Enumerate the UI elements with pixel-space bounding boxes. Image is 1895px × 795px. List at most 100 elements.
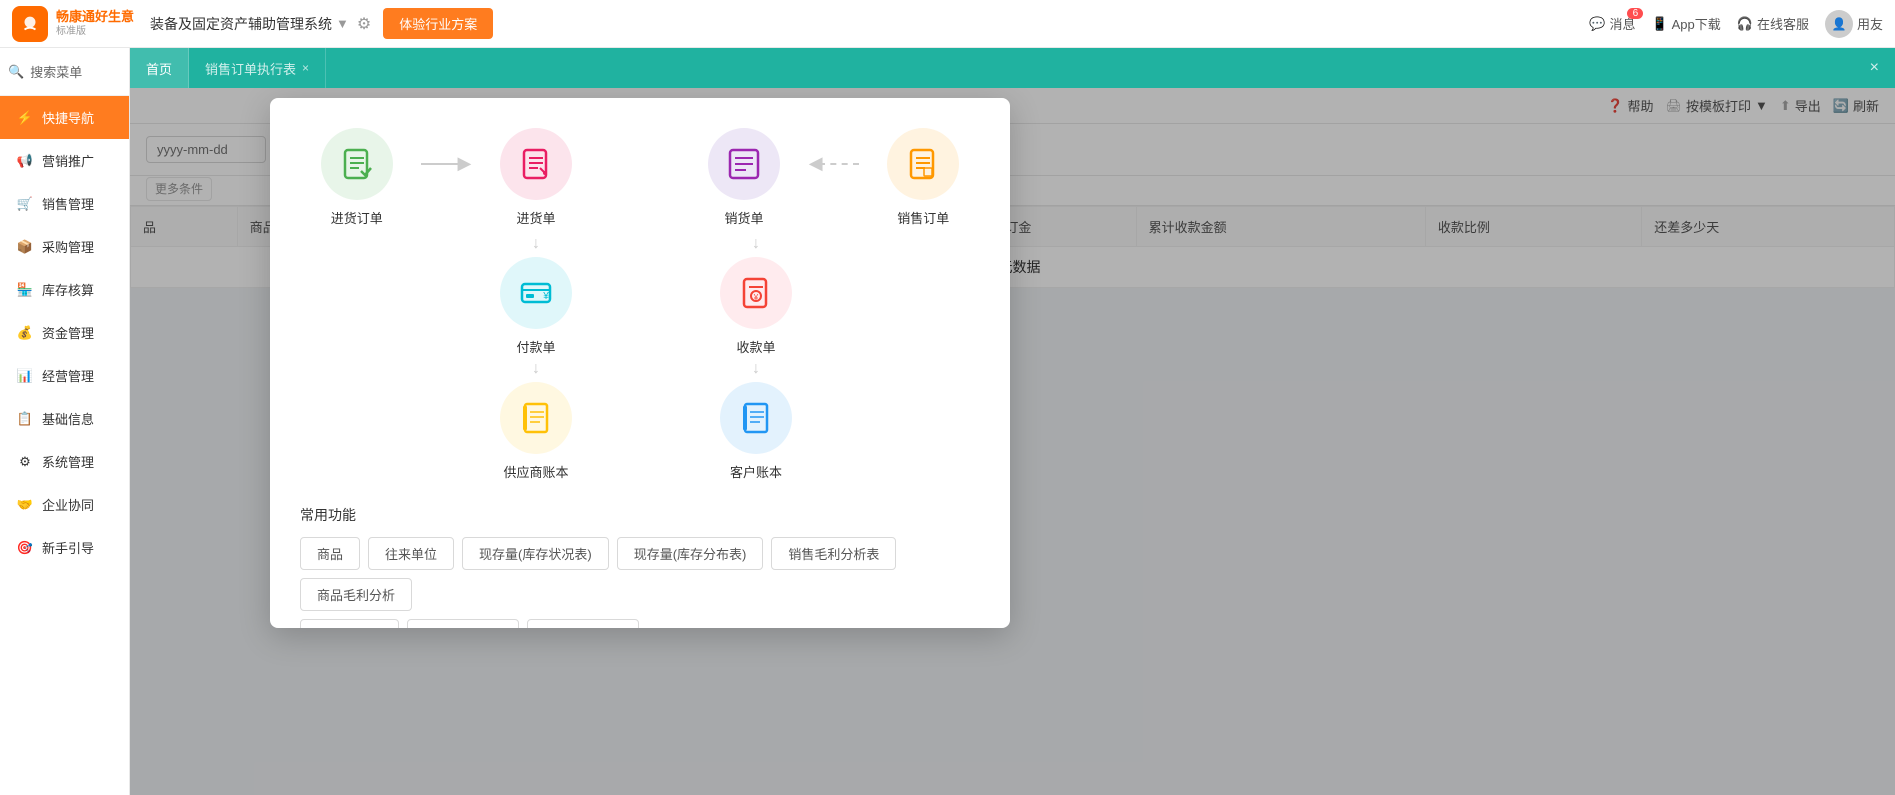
customer-ledger-icon bbox=[720, 382, 792, 454]
message-button[interactable]: 💬 消息 6 bbox=[1589, 14, 1635, 33]
inventory-label: 库存核算 bbox=[42, 280, 94, 299]
svg-text:¥: ¥ bbox=[542, 291, 549, 302]
top-bar-right: 💬 消息 6 📱 App下载 🎧 在线客服 👤 用友 bbox=[1589, 10, 1883, 38]
search-menu-button[interactable]: 🔍 搜索菜单 bbox=[8, 58, 121, 85]
sidebar-item-system[interactable]: ⚙ 系统管理 bbox=[0, 440, 129, 483]
tab-home-label: 首页 bbox=[146, 59, 172, 78]
service-icon: 🎧 bbox=[1737, 16, 1753, 32]
sale-order-label: 销售订单 bbox=[897, 208, 949, 227]
settings-icon[interactable]: ⚙ bbox=[357, 14, 371, 34]
search-menu-label: 搜索菜单 bbox=[30, 62, 82, 81]
sidebar-item-purchase[interactable]: 📦 采购管理 bbox=[0, 225, 129, 268]
common-btn-sales-rank[interactable]: 销售排行榜 bbox=[300, 619, 399, 628]
sale-order-icon bbox=[887, 128, 959, 200]
system-title: 装备及固定资产辅助管理系统 bbox=[150, 14, 332, 34]
operation-label: 经营管理 bbox=[42, 366, 94, 385]
flow-diagram: 进货订单 ▶ bbox=[300, 128, 980, 481]
guide-icon: 🎯 bbox=[16, 539, 34, 557]
user-button[interactable]: 👤 用友 bbox=[1825, 10, 1883, 38]
sidebar-search-area: 🔍 搜索菜单 bbox=[0, 48, 129, 96]
purchase-bill-icon bbox=[500, 128, 572, 200]
purchase-order-icon bbox=[321, 128, 393, 200]
receipt-label: 收款单 bbox=[736, 337, 775, 356]
logo-line1: 畅康通好生意 bbox=[56, 9, 134, 26]
flow-node-customer-ledger[interactable]: 客户账本 bbox=[696, 382, 816, 481]
tab-sales-exec[interactable]: 销售订单执行表 × bbox=[189, 48, 326, 88]
tab-bar: 首页 销售订单执行表 × × bbox=[130, 48, 1895, 88]
sidebar-item-basic-info[interactable]: 📋 基础信息 bbox=[0, 397, 129, 440]
supplier-ledger-label: 供应商账本 bbox=[503, 462, 568, 481]
sidebar-item-sales[interactable]: 🛒 销售管理 bbox=[0, 182, 129, 225]
flow-node-receipt[interactable]: ¥ 收款单 bbox=[696, 257, 816, 356]
enterprise-icon: 🤝 bbox=[16, 496, 34, 514]
user-label: 用友 bbox=[1857, 14, 1883, 33]
flow-node-purchase-bill[interactable]: 进货单 bbox=[479, 128, 592, 227]
common-btn-product-profit[interactable]: 商品毛利分析 bbox=[300, 578, 412, 611]
sidebar-item-guide[interactable]: 🎯 新手引导 bbox=[0, 526, 129, 569]
app-download-button[interactable]: 📱 App下载 bbox=[1651, 14, 1720, 33]
payment-label: 付款单 bbox=[516, 337, 555, 356]
common-btn-product[interactable]: 商品 bbox=[300, 537, 360, 570]
purchase-icon: 📦 bbox=[16, 238, 34, 256]
sale-bill-label: 销货单 bbox=[724, 208, 763, 227]
common-btn-sales-profit[interactable]: 销售毛利分析表 bbox=[771, 537, 896, 570]
sidebar-item-marketing[interactable]: 📢 营销推广 bbox=[0, 139, 129, 182]
flow-node-sale-bill[interactable]: 销货单 bbox=[687, 128, 800, 227]
finance-icon: 💰 bbox=[16, 324, 34, 342]
common-buttons-group-2: 销售排行榜 收款情况统计 付款情况统计 bbox=[300, 619, 980, 628]
common-btn-counterpart[interactable]: 往来单位 bbox=[368, 537, 454, 570]
tab-bar-close-button[interactable]: × bbox=[1854, 48, 1895, 88]
message-badge: 6 bbox=[1627, 8, 1643, 19]
common-btn-payment-stats[interactable]: 付款情况统计 bbox=[527, 619, 639, 628]
common-title: 常用功能 bbox=[300, 505, 980, 525]
sales-label: 销售管理 bbox=[42, 194, 94, 213]
flow-node-purchase-order[interactable]: 进货订单 bbox=[300, 128, 413, 227]
app-download-label: App下载 bbox=[1672, 14, 1721, 33]
trial-button[interactable]: 体验行业方案 bbox=[383, 8, 493, 39]
sidebar-item-finance[interactable]: 💰 资金管理 bbox=[0, 311, 129, 354]
sidebar-item-enterprise[interactable]: 🤝 企业协同 bbox=[0, 483, 129, 526]
page-content: ❓ 帮助 🖨 按模板打印 ▼ ⬆ 导出 🔄 刷新 bbox=[130, 88, 1895, 795]
receipt-icon: ¥ bbox=[720, 257, 792, 329]
app-icon: 📱 bbox=[1651, 16, 1667, 32]
sidebar: 🔍 搜索菜单 ⚡ 快捷导航 📢 营销推广 🛒 销售管理 📦 采购管理 bbox=[0, 48, 130, 795]
sale-bill-icon bbox=[708, 128, 780, 200]
basic-info-label: 基础信息 bbox=[42, 409, 94, 428]
svg-text:¥: ¥ bbox=[753, 293, 759, 302]
dropdown-icon[interactable]: ▼ bbox=[336, 16, 349, 31]
payment-icon: ¥ bbox=[500, 257, 572, 329]
online-service-button[interactable]: 🎧 在线客服 bbox=[1737, 14, 1809, 33]
inventory-icon: 🏪 bbox=[16, 281, 34, 299]
sidebar-item-quick-nav[interactable]: ⚡ 快捷导航 bbox=[0, 96, 129, 139]
tab-close-icon[interactable]: × bbox=[302, 61, 309, 75]
basic-info-icon: 📋 bbox=[16, 410, 34, 428]
system-label: 系统管理 bbox=[42, 452, 94, 471]
avatar: 👤 bbox=[1825, 10, 1853, 38]
common-buttons-group: 商品 往来单位 现存量(库存状况表) 现存量(库存分布表) 销售毛利分析表 商品… bbox=[300, 537, 980, 611]
flow-node-sale-order[interactable]: 销售订单 bbox=[867, 128, 980, 227]
common-functions-section: 常用功能 商品 往来单位 现存量(库存状况表) 现存量(库存分布表) 销售毛利分… bbox=[300, 505, 980, 628]
quick-nav-icon: ⚡ bbox=[16, 109, 34, 127]
marketing-label: 营销推广 bbox=[42, 151, 94, 170]
modal-dialog: 进货订单 ▶ bbox=[270, 98, 1010, 628]
finance-label: 资金管理 bbox=[42, 323, 94, 342]
flow-node-payment[interactable]: ¥ 付款单 bbox=[476, 257, 596, 356]
common-btn-receipt-stats[interactable]: 收款情况统计 bbox=[407, 619, 519, 628]
online-service-label: 在线客服 bbox=[1757, 14, 1809, 33]
operation-icon: 📊 bbox=[16, 367, 34, 385]
common-btn-stock-status[interactable]: 现存量(库存状况表) bbox=[462, 537, 609, 570]
sidebar-item-operation[interactable]: 📊 经营管理 bbox=[0, 354, 129, 397]
system-icon: ⚙ bbox=[16, 453, 34, 471]
quick-nav-label: 快捷导航 bbox=[42, 108, 94, 127]
message-icon: 💬 bbox=[1589, 16, 1605, 32]
purchase-bill-label: 进货单 bbox=[516, 208, 555, 227]
tab-sales-exec-label: 销售订单执行表 bbox=[205, 59, 296, 78]
common-btn-stock-dist[interactable]: 现存量(库存分布表) bbox=[617, 537, 764, 570]
guide-label: 新手引导 bbox=[42, 538, 94, 557]
sales-icon: 🛒 bbox=[16, 195, 34, 213]
flow-node-supplier-ledger[interactable]: 供应商账本 bbox=[476, 382, 596, 481]
app-container: 畅康通好生意 标准版 装备及固定资产辅助管理系统 ▼ ⚙ 体验行业方案 💬 消息… bbox=[0, 0, 1895, 795]
tab-home[interactable]: 首页 bbox=[130, 48, 189, 88]
modal-overlay[interactable]: 进货订单 ▶ bbox=[130, 88, 1895, 795]
sidebar-item-inventory[interactable]: 🏪 库存核算 bbox=[0, 268, 129, 311]
